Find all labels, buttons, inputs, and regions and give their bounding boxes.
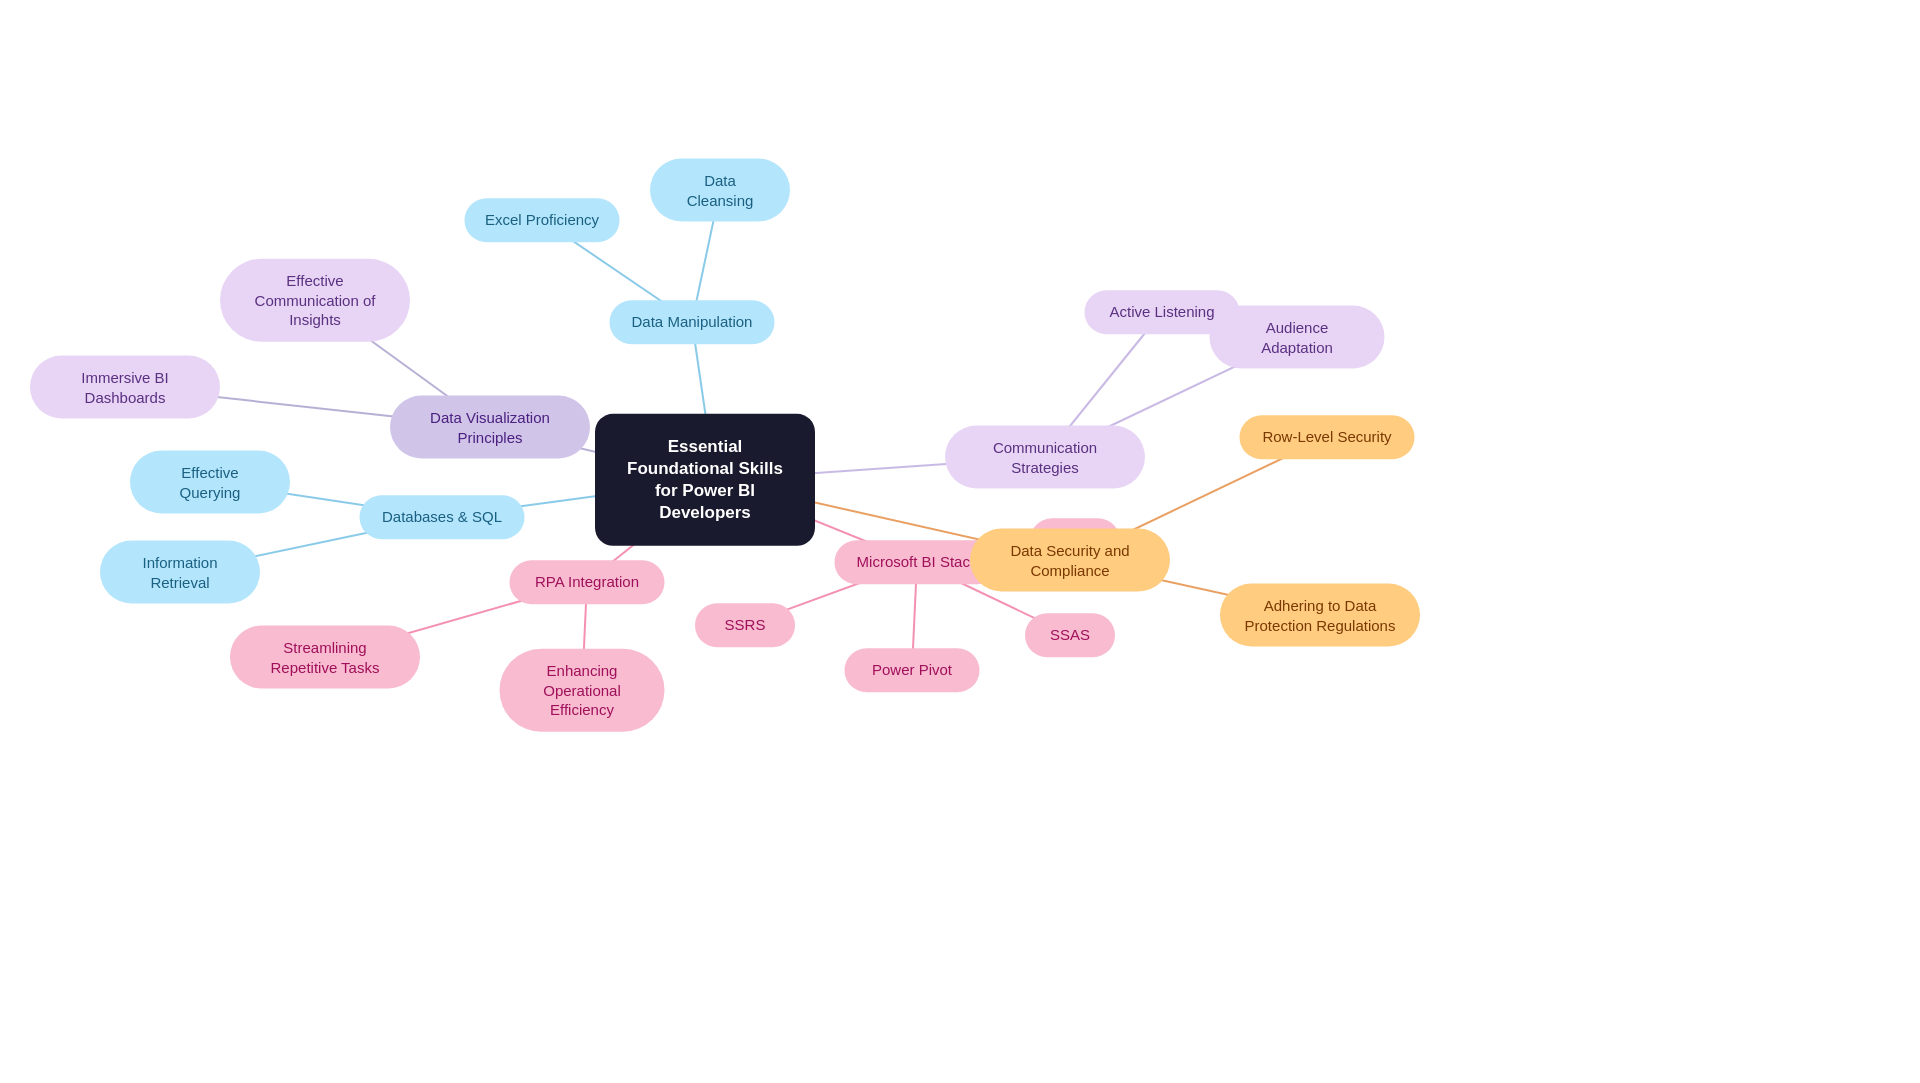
node-data-viz: Data Visualization Principles — [390, 396, 590, 459]
node-comm-strat: Communication Strategies — [945, 426, 1145, 489]
node-audience-adapt: Audience Adaptation — [1210, 306, 1385, 369]
node-info-retrieval: Information Retrieval — [100, 541, 260, 604]
node-rpa-integ: RPA Integration — [510, 560, 665, 604]
node-immersive-bi: Immersive BI Dashboards — [30, 356, 220, 419]
node-eff-query: Effective Querying — [130, 451, 290, 514]
center-node: Essential Foundational Skills for Power … — [595, 414, 815, 546]
node-data-sec: Data Security and Compliance — [970, 529, 1170, 592]
node-data-clean: Data Cleansing — [650, 159, 790, 222]
node-ssas: SSAS — [1025, 613, 1115, 657]
node-data-manip: Data Manipulation — [610, 300, 775, 344]
node-power-pivot: Power Pivot — [845, 648, 980, 692]
node-ssrs: SSRS — [695, 603, 795, 647]
node-databases-sql: Databases & SQL — [360, 495, 525, 539]
node-row-level: Row-Level Security — [1240, 415, 1415, 459]
node-effective-comm: Effective Communication of Insights — [220, 259, 410, 342]
node-excel-prof: Excel Proficiency — [465, 198, 620, 242]
node-enh-eff: Enhancing Operational Efficiency — [500, 649, 665, 732]
node-data-protect: Adhering to Data Protection Regulations — [1220, 584, 1420, 647]
node-stream-rep: Streamlining Repetitive Tasks — [230, 626, 420, 689]
